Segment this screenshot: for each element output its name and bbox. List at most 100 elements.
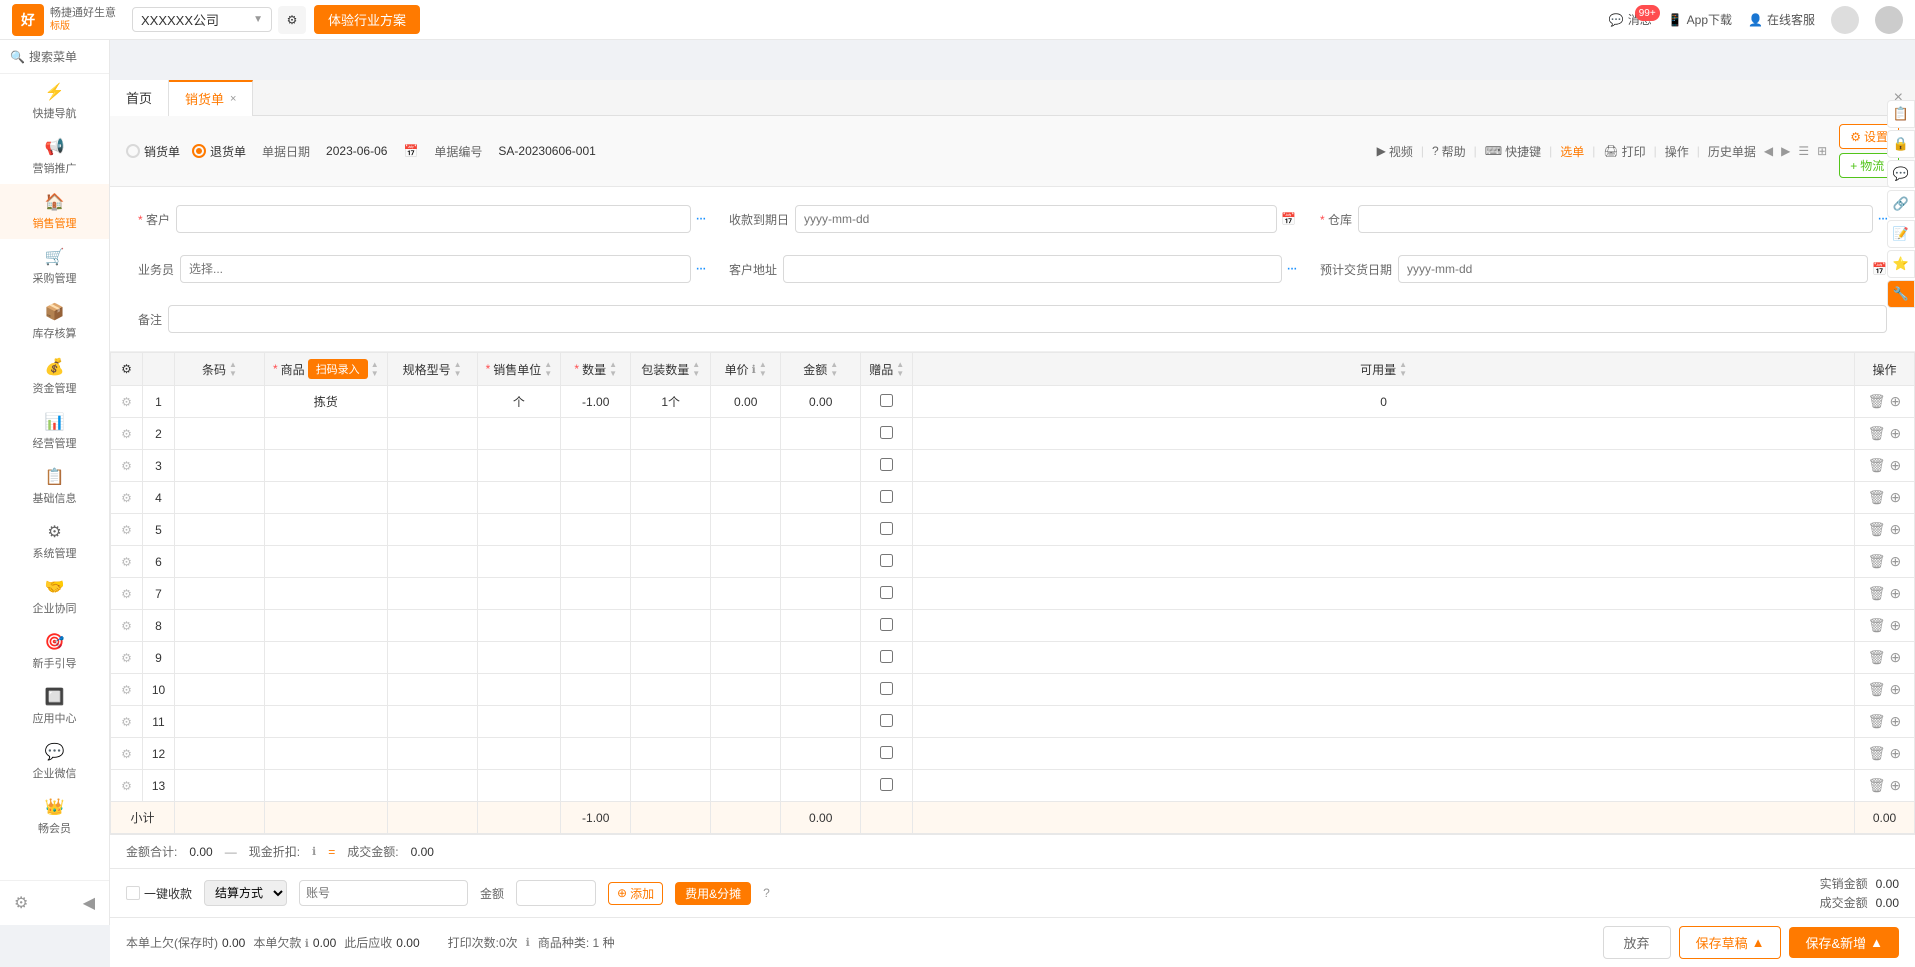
- sidebar-item-finance[interactable]: 💰 资金管理: [0, 349, 109, 404]
- row-spec[interactable]: [387, 514, 477, 546]
- sidebar-item-purchase[interactable]: 🛒 采购管理: [0, 239, 109, 294]
- row-gift[interactable]: [861, 578, 913, 610]
- delete-row-icon[interactable]: 🗑: [1868, 745, 1886, 762]
- row-pack[interactable]: [631, 482, 711, 514]
- row-qty[interactable]: [561, 706, 631, 738]
- row-amount[interactable]: [781, 450, 861, 482]
- row-goods[interactable]: [265, 578, 388, 610]
- sidebar-item-quick-nav[interactable]: ⚡ 快捷导航: [0, 74, 109, 129]
- order-no-value[interactable]: SA-20230606-001: [498, 144, 595, 158]
- row-pack[interactable]: [631, 578, 711, 610]
- row-amount[interactable]: [781, 578, 861, 610]
- payment-date-calendar-icon[interactable]: 📅: [1281, 212, 1296, 226]
- row-settings[interactable]: ⚙: [111, 770, 143, 802]
- row-barcode[interactable]: [175, 450, 265, 482]
- sidebar-item-sales[interactable]: 🏠 销售管理: [0, 184, 109, 239]
- row-price[interactable]: [711, 450, 781, 482]
- row-spec[interactable]: [387, 546, 477, 578]
- row-pack[interactable]: [631, 738, 711, 770]
- row-spec[interactable]: [387, 482, 477, 514]
- row-gift[interactable]: [861, 386, 913, 418]
- row-price[interactable]: 0.00: [711, 386, 781, 418]
- tab-close-icon[interactable]: ×: [230, 93, 236, 105]
- row-barcode[interactable]: [175, 642, 265, 674]
- delete-row-icon[interactable]: 🗑: [1868, 777, 1886, 794]
- row-spec[interactable]: [387, 738, 477, 770]
- row-settings[interactable]: ⚙: [111, 578, 143, 610]
- col-barcode-header[interactable]: 条码 ▲▼: [175, 353, 265, 386]
- row-goods[interactable]: [265, 738, 388, 770]
- gift-checkbox[interactable]: [880, 778, 893, 791]
- right-tool-1[interactable]: 📋: [1887, 100, 1915, 128]
- sidebar-settings-button[interactable]: ⚙: [8, 887, 34, 919]
- warehouse-input[interactable]: 建材仓: [1358, 205, 1873, 233]
- gift-checkbox[interactable]: [880, 522, 893, 535]
- sidebar-item-inventory[interactable]: 📦 库存核算: [0, 294, 109, 349]
- settings-icon[interactable]: ⚙: [278, 6, 306, 34]
- gift-checkbox[interactable]: [880, 394, 893, 407]
- notes-input[interactable]: [168, 305, 1887, 333]
- row-pack[interactable]: [631, 610, 711, 642]
- row-pack[interactable]: [631, 418, 711, 450]
- row-barcode[interactable]: [175, 578, 265, 610]
- scan-input-button[interactable]: 扫码录入: [308, 359, 368, 379]
- row-gift[interactable]: [861, 738, 913, 770]
- row-spec[interactable]: [387, 386, 477, 418]
- row-goods[interactable]: [265, 770, 388, 802]
- gift-checkbox[interactable]: [880, 714, 893, 727]
- row-amount[interactable]: [781, 642, 861, 674]
- col-gift-header[interactable]: 赠品 ▲▼: [861, 353, 913, 386]
- operate-action[interactable]: 操作: [1665, 143, 1689, 160]
- delete-row-icon[interactable]: 🗑: [1868, 457, 1886, 474]
- row-qty[interactable]: [561, 674, 631, 706]
- row-price[interactable]: [711, 610, 781, 642]
- row-settings[interactable]: ⚙: [111, 546, 143, 578]
- row-spec[interactable]: [387, 610, 477, 642]
- row-gift[interactable]: [861, 706, 913, 738]
- customer-address-input[interactable]: [783, 255, 1282, 283]
- row-settings[interactable]: ⚙: [111, 450, 143, 482]
- app-download-button[interactable]: 📱 App下载: [1668, 11, 1732, 28]
- row-settings[interactable]: ⚙: [111, 674, 143, 706]
- row-barcode[interactable]: [175, 610, 265, 642]
- row-spec[interactable]: [387, 642, 477, 674]
- message-button[interactable]: 💬 消息 99+: [1609, 11, 1652, 28]
- row-settings[interactable]: ⚙: [111, 514, 143, 546]
- row-amount[interactable]: 0.00: [781, 386, 861, 418]
- gift-checkbox[interactable]: [880, 618, 893, 631]
- expense-split-button[interactable]: 费用&分摊: [675, 882, 751, 905]
- delete-row-icon[interactable]: 🗑: [1868, 649, 1886, 666]
- row-gift[interactable]: [861, 514, 913, 546]
- copy-row-icon[interactable]: ⊕: [1890, 649, 1902, 666]
- row-unit[interactable]: [477, 578, 561, 610]
- row-qty[interactable]: [561, 546, 631, 578]
- row-price[interactable]: [711, 738, 781, 770]
- row-gift[interactable]: [861, 674, 913, 706]
- salesperson-input[interactable]: [180, 255, 691, 283]
- account-input[interactable]: [299, 880, 468, 906]
- row-unit[interactable]: [477, 706, 561, 738]
- col-price-header[interactable]: 单价 ℹ ▲▼: [711, 353, 781, 386]
- sidebar-item-business[interactable]: 📊 经营管理: [0, 404, 109, 459]
- delete-row-icon[interactable]: 🗑: [1868, 617, 1886, 634]
- copy-row-icon[interactable]: ⊕: [1890, 425, 1902, 442]
- copy-row-icon[interactable]: ⊕: [1890, 521, 1902, 538]
- gift-checkbox[interactable]: [880, 554, 893, 567]
- gift-checkbox[interactable]: [880, 426, 893, 439]
- row-goods[interactable]: [265, 482, 388, 514]
- row-price[interactable]: [711, 706, 781, 738]
- delete-row-icon[interactable]: 🗑: [1868, 521, 1886, 538]
- row-barcode[interactable]: [175, 386, 265, 418]
- company-selector[interactable]: XXXXXX公司 ▼: [132, 7, 272, 32]
- tab-home[interactable]: 首页: [110, 80, 169, 116]
- row-goods[interactable]: [265, 610, 388, 642]
- gift-checkbox[interactable]: [880, 746, 893, 759]
- video-action[interactable]: ▶ 视频: [1377, 143, 1413, 160]
- salesperson-dots-icon[interactable]: ···: [695, 260, 705, 278]
- user-avatar2[interactable]: [1875, 6, 1903, 34]
- col-pack-header[interactable]: 包装数量 ▲▼: [631, 353, 711, 386]
- date-value[interactable]: 2023-06-06: [326, 144, 387, 158]
- right-tool-4[interactable]: 🔗: [1887, 190, 1915, 218]
- row-spec[interactable]: [387, 450, 477, 482]
- row-goods[interactable]: [265, 546, 388, 578]
